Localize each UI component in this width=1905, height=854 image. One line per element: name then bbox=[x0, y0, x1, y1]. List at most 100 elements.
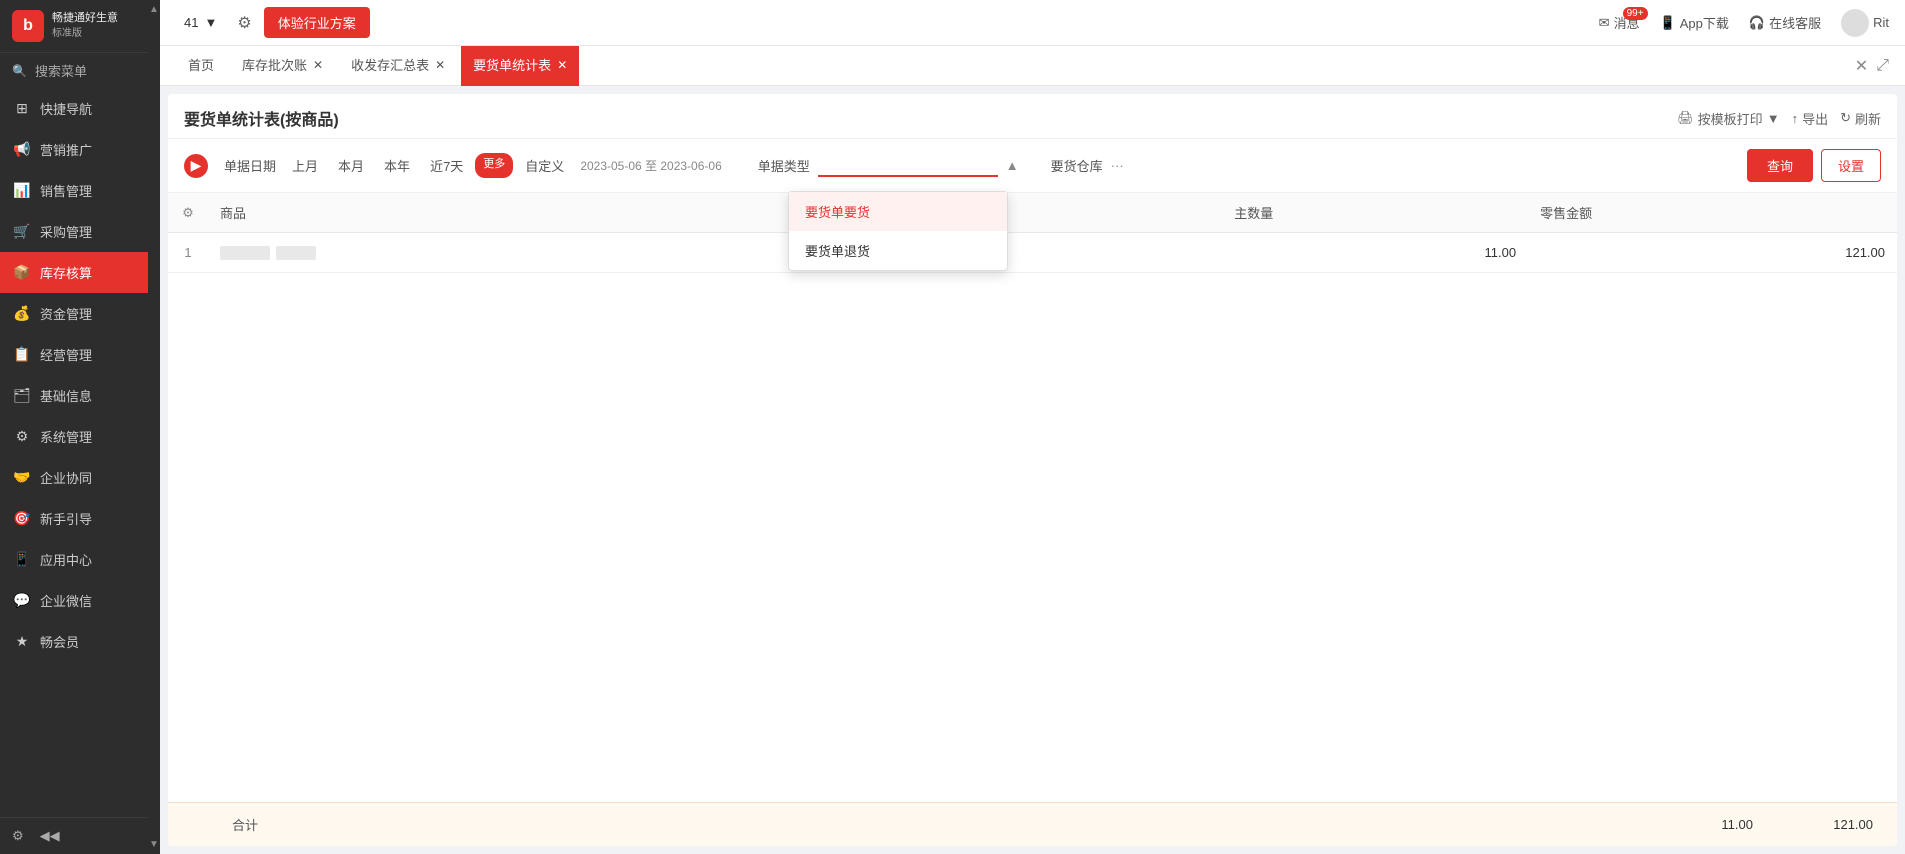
print-icon: 🖨 bbox=[1677, 110, 1694, 126]
date-filter-group: 单据日期 上月 本月 本年 近7天 更多 自定义 2023-05-06 至 20… bbox=[224, 153, 722, 178]
header-right: ✉ 消息 99+ 📱 App下载 🎧 在线客服 Rit bbox=[1599, 9, 1889, 37]
col-settings: ⚙ bbox=[168, 193, 208, 233]
sidebar-settings-btn[interactable]: ⚙ bbox=[12, 828, 24, 844]
sidebar-bottom: ⚙ ◀◀ bbox=[0, 817, 148, 854]
footer-amount: 121.00 bbox=[1765, 817, 1885, 832]
data-table: ⚙ 商品 主计量单位 主数量 零售金额 bbox=[168, 193, 1897, 273]
tab-batch-account[interactable]: 库存批次账 ✕ bbox=[230, 46, 335, 86]
logo-text: 畅捷通好生意 标准版 bbox=[52, 11, 118, 40]
filter-bar: ▶ 单据日期 上月 本月 本年 近7天 更多 自定义 2023-05-06 至 … bbox=[168, 139, 1897, 193]
logo-icon: b bbox=[12, 10, 44, 42]
sidebar-item-finance[interactable]: 💰 资金管理 bbox=[0, 293, 148, 334]
header-left: 41 ▼ ⚙ 体验行业方案 bbox=[176, 7, 1599, 38]
sidebar-item-app-center[interactable]: 📱 应用中心 bbox=[0, 539, 148, 580]
cell-seq: 1 bbox=[168, 233, 208, 273]
main-area: 41 ▼ ⚙ 体验行业方案 ✉ 消息 99+ 📱 App下载 🎧 在线客服 R bbox=[160, 0, 1905, 854]
sidebar-item-purchase[interactable]: 🛒 采购管理 bbox=[0, 211, 148, 252]
product-placeholder-2 bbox=[276, 246, 316, 260]
sidebar-item-operations[interactable]: 📋 经营管理 bbox=[0, 334, 148, 375]
date-curr-month[interactable]: 本月 bbox=[330, 153, 372, 178]
user-avatar bbox=[1841, 9, 1869, 37]
sidebar-item-member[interactable]: ★ 畅会员 bbox=[0, 621, 148, 662]
table-row: 1 块 11.00 bbox=[168, 233, 1897, 273]
purchase-icon: 🛒 bbox=[12, 223, 32, 240]
sidebar-item-quick-nav[interactable]: ⊞ 快捷导航 bbox=[0, 88, 148, 129]
sidebar-item-base-info[interactable]: 🗂 基础信息 bbox=[0, 375, 148, 416]
export-icon: ↑ bbox=[1792, 111, 1799, 126]
tabs-actions: ✕ ⤢ bbox=[1855, 56, 1889, 76]
sidebar-nav: ⊞ 快捷导航 📢 营销推广 📊 销售管理 🛒 采购管理 📦 库存核算 💰 资金管… bbox=[0, 88, 148, 817]
user-profile-item[interactable]: Rit bbox=[1841, 9, 1889, 37]
table-settings-icon[interactable]: ⚙ bbox=[182, 205, 194, 220]
product-placeholder-1 bbox=[220, 246, 270, 260]
sidebar-collapse-btn[interactable]: ◀◀ bbox=[40, 828, 60, 844]
enterprise-icon: 🤝 bbox=[12, 469, 32, 486]
date-label: 单据日期 bbox=[224, 156, 276, 175]
type-input[interactable] bbox=[818, 154, 998, 177]
system-icon: ⚙ bbox=[12, 428, 32, 445]
tabs-bar: 首页 库存批次账 ✕ 收发存汇总表 ✕ 要货单统计表 ✕ ✕ ⤢ bbox=[160, 46, 1905, 86]
quick-nav-icon: ⊞ bbox=[12, 100, 32, 117]
app-download-item[interactable]: 📱 App下载 bbox=[1660, 13, 1729, 32]
online-service-item[interactable]: 🎧 在线客服 bbox=[1749, 13, 1821, 32]
search-icon: 🔍 bbox=[12, 64, 27, 78]
top-header: 41 ▼ ⚙ 体验行业方案 ✉ 消息 99+ 📱 App下载 🎧 在线客服 R bbox=[160, 0, 1905, 46]
close-tab-btn[interactable]: ✕ bbox=[1855, 56, 1868, 76]
date-prev-month[interactable]: 上月 bbox=[284, 153, 326, 178]
refresh-button[interactable]: ↻ 刷新 bbox=[1840, 109, 1881, 128]
app-center-icon: 📱 bbox=[12, 551, 32, 568]
logo-area: b 畅捷通好生意 标准版 bbox=[0, 0, 148, 53]
trial-button[interactable]: 体验行业方案 bbox=[264, 7, 370, 38]
date-custom[interactable]: 自定义 bbox=[517, 153, 572, 178]
page-header: 要货单统计表(按商品) 🖨 按模板打印 ▼ ↑ 导出 ↻ 刷新 bbox=[168, 94, 1897, 139]
tab-batch-account-close[interactable]: ✕ bbox=[313, 58, 323, 72]
refresh-icon: ↻ bbox=[1840, 110, 1851, 126]
settings-button[interactable]: 设置 bbox=[1821, 149, 1881, 182]
search-menu[interactable]: 🔍 搜索菜单 bbox=[0, 53, 148, 88]
footer-quantity: 11.00 bbox=[1645, 817, 1765, 832]
messages-badge: 99+ bbox=[1623, 7, 1648, 20]
sidebar-item-guide[interactable]: 🎯 新手引导 bbox=[0, 498, 148, 539]
tab-order-stats-close[interactable]: ✕ bbox=[557, 58, 567, 72]
scroll-up-arrow[interactable]: ▲ bbox=[149, 4, 159, 15]
expand-filter-btn[interactable]: ▶ bbox=[184, 154, 208, 178]
sidebar-item-sales[interactable]: 📊 销售管理 bbox=[0, 170, 148, 211]
tab-home[interactable]: 首页 bbox=[176, 46, 226, 86]
maximize-btn[interactable]: ⤢ bbox=[1876, 57, 1889, 75]
date-range-display: 2023-05-06 至 2023-06-06 bbox=[580, 157, 721, 174]
sidebar-scrollbar: ▲ ▼ bbox=[148, 0, 160, 854]
marketing-icon: 📢 bbox=[12, 141, 32, 158]
tenant-selector[interactable]: 41 ▼ bbox=[176, 11, 225, 34]
sidebar-item-system[interactable]: ⚙ 系统管理 bbox=[0, 416, 148, 457]
page-title: 要货单统计表(按商品) bbox=[184, 106, 339, 130]
date-more-btn[interactable]: 更多 bbox=[475, 153, 513, 178]
sidebar-item-wecom[interactable]: 💬 企业微信 bbox=[0, 580, 148, 621]
print-button[interactable]: 🖨 按模板打印 ▼ bbox=[1677, 109, 1779, 128]
sidebar-item-enterprise[interactable]: 🤝 企业协同 bbox=[0, 457, 148, 498]
filter-actions: 查询 设置 bbox=[1747, 149, 1881, 182]
tenant-dropdown-icon: ▼ bbox=[204, 15, 217, 30]
scroll-down-arrow[interactable]: ▼ bbox=[149, 839, 159, 850]
operations-icon: 📋 bbox=[12, 346, 32, 363]
sidebar-item-marketing[interactable]: 📢 营销推广 bbox=[0, 129, 148, 170]
messages-item[interactable]: ✉ 消息 99+ bbox=[1599, 13, 1640, 32]
dropdown-option-order-return[interactable]: 要货单退货 bbox=[789, 231, 1007, 270]
tab-receivables-close[interactable]: ✕ bbox=[435, 58, 445, 72]
table-header-row: ⚙ 商品 主计量单位 主数量 零售金额 bbox=[168, 193, 1897, 233]
warehouse-label: 要货仓库 bbox=[1051, 156, 1103, 175]
date-last-7d[interactable]: 近7天 bbox=[422, 153, 471, 178]
warehouse-filter-group: 要货仓库 ··· bbox=[1051, 156, 1124, 175]
type-dropdown-up-icon[interactable]: ▲ bbox=[1006, 158, 1019, 173]
sidebar-item-inventory[interactable]: 📦 库存核算 bbox=[0, 252, 148, 293]
tab-order-stats[interactable]: 要货单统计表 ✕ bbox=[461, 46, 579, 86]
tab-receivables[interactable]: 收发存汇总表 ✕ bbox=[339, 46, 457, 86]
date-curr-year[interactable]: 本年 bbox=[376, 153, 418, 178]
table-wrapper: ⚙ 商品 主计量单位 主数量 零售金额 bbox=[168, 193, 1897, 802]
dropdown-option-order-goods[interactable]: 要货单要货 bbox=[789, 192, 1007, 231]
message-icon: ✉ bbox=[1599, 15, 1610, 31]
warehouse-more-btn[interactable]: ··· bbox=[1111, 158, 1124, 173]
export-button[interactable]: ↑ 导出 bbox=[1792, 109, 1829, 128]
cell-amount: 121.00 bbox=[1528, 233, 1897, 273]
query-button[interactable]: 查询 bbox=[1747, 149, 1813, 182]
header-gear-icon[interactable]: ⚙ bbox=[237, 13, 251, 33]
